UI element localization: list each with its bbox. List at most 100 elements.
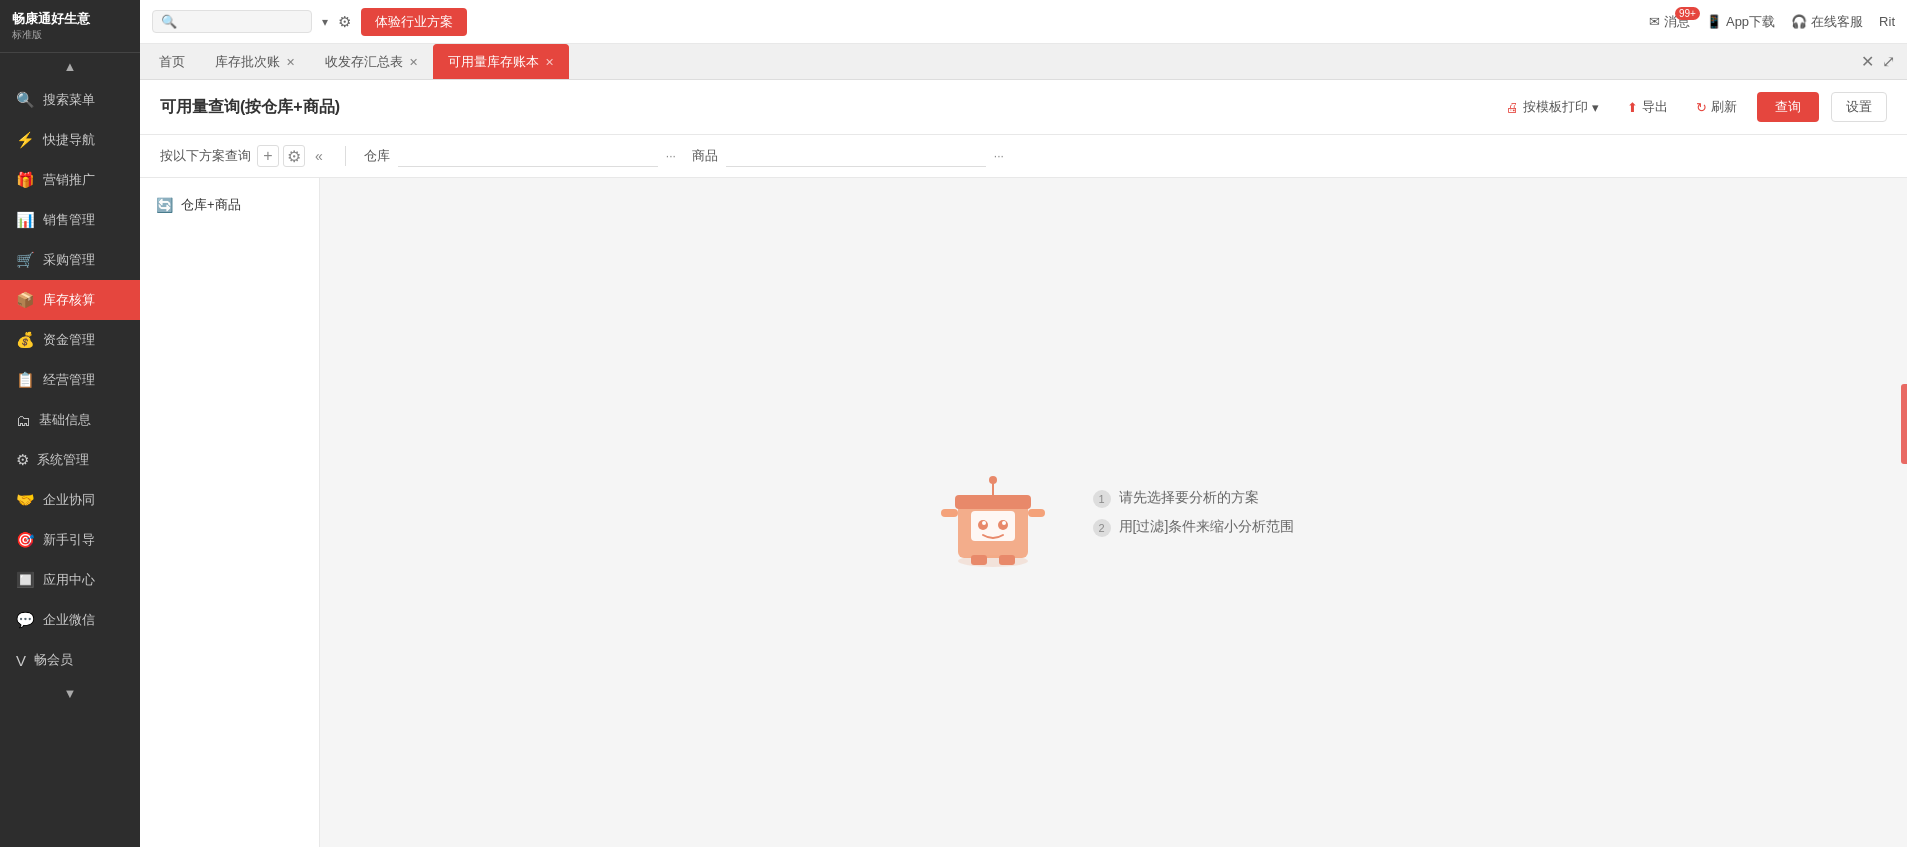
tab-label-batch: 库存批次账: [215, 53, 280, 71]
tabs-container: 首页库存批次账✕收发存汇总表✕可用量库存账本✕: [144, 44, 569, 79]
svg-point-6: [982, 521, 986, 525]
sidebar-icon-shortcut: ⚡: [16, 131, 35, 149]
add-scheme-btn[interactable]: +: [257, 145, 279, 167]
sidebar-item-newbie[interactable]: 🎯新手引导: [0, 520, 140, 560]
sidebar-label-sales: 销售管理: [43, 211, 95, 229]
sidebar-icon-sales: 📊: [16, 211, 35, 229]
export-btn[interactable]: ⬆ 导出: [1619, 94, 1676, 120]
sidebar-label-search: 搜索菜单: [43, 91, 95, 109]
sidebar-icon-apps: 🔲: [16, 571, 35, 589]
tab-batch[interactable]: 库存批次账 ✕: [200, 44, 310, 79]
print-dropdown-icon[interactable]: ▾: [1592, 100, 1599, 115]
goods-more-btn[interactable]: ···: [994, 149, 1004, 163]
sidebar-icon-marketing: 🎁: [16, 171, 35, 189]
sidebar-label-shortcut: 快捷导航: [43, 131, 95, 149]
maximize-btn[interactable]: ⤢: [1882, 52, 1895, 71]
sidebar-item-member[interactable]: V 畅会员: [0, 640, 140, 680]
sidebar-item-marketing[interactable]: 🎁营销推广: [0, 160, 140, 200]
tab-close-available[interactable]: ✕: [545, 56, 554, 69]
service-label: 在线客服: [1811, 13, 1863, 31]
sidebar-item-enterprise[interactable]: 🤝企业协同: [0, 480, 140, 520]
message-badge: 99+: [1675, 7, 1700, 20]
sidebar-item-sales[interactable]: 📊 销售管理: [0, 200, 140, 240]
sidebar-icon-member: V: [16, 652, 26, 669]
sidebar-item-finance[interactable]: 💰 资金管理: [0, 320, 140, 360]
page-content: 可用量查询(按仓库+商品) 🖨 按模板打印 ▾ ⬆ 导出 ↻ 刷新 查询 设置: [140, 80, 1907, 847]
close-tab-btn[interactable]: ✕: [1861, 52, 1874, 71]
header-gear-icon[interactable]: ⚙: [338, 13, 351, 31]
sidebar-icon-system: ⚙: [16, 451, 29, 469]
sidebar: 畅康通好生意 标准版 ▲ 🔍搜索菜单 ⚡ 快捷导航 🎁营销推广 📊 销售管理 🛒采购管理📦库…: [0, 0, 140, 847]
sidebar-item-wechat[interactable]: 💬企业微信: [0, 600, 140, 640]
tab-close-batch[interactable]: ✕: [286, 56, 295, 69]
sidebar-icon-basic: 🗂: [16, 412, 31, 429]
sidebar-label-system: 系统管理: [37, 451, 89, 469]
sidebar-nav: ▲ 🔍搜索菜单 ⚡ 快捷导航 🎁营销推广 📊 销售管理 🛒采购管理📦库存核算 💰 资金管理 📋经营…: [0, 53, 140, 847]
svg-rect-10: [941, 509, 958, 517]
svg-rect-3: [971, 511, 1015, 541]
header-search-input[interactable]: [181, 15, 301, 29]
refresh-icon: ↻: [1696, 100, 1707, 115]
goods-filter: 商品 ···: [692, 145, 1004, 167]
sidebar-item-apps[interactable]: 🔲应用中心: [0, 560, 140, 600]
svg-rect-11: [1028, 509, 1045, 517]
sidebar-item-basic[interactable]: 🗂基础信息: [0, 400, 140, 440]
scheme-list: 🔄仓库+商品: [140, 178, 320, 847]
collapse-btn[interactable]: «: [311, 148, 327, 164]
sidebar-item-operations[interactable]: 📋经营管理: [0, 360, 140, 400]
sidebar-item-system[interactable]: ⚙ 系统管理: [0, 440, 140, 480]
empty-tip-1: 1 请先选择要分析的方案: [1093, 489, 1295, 508]
header-search-box: 🔍: [152, 10, 312, 33]
header-message[interactable]: ✉ 消息 99+: [1649, 13, 1690, 31]
svg-rect-12: [971, 555, 987, 565]
logo-title: 畅康通好生意: [12, 10, 128, 28]
svg-rect-2: [955, 495, 1031, 509]
sidebar-label-finance: 资金管理: [43, 331, 95, 349]
sidebar-item-purchase[interactable]: 🛒采购管理: [0, 240, 140, 280]
print-btn[interactable]: 🖨 按模板打印 ▾: [1498, 94, 1607, 120]
sidebar-label-wechat: 企业微信: [43, 611, 95, 629]
refresh-btn[interactable]: ↻ 刷新: [1688, 94, 1745, 120]
empty-state-inner: 1 请先选择要分析的方案 2 用[过滤]条件来缩小分析范围: [933, 453, 1295, 573]
sidebar-item-search[interactable]: 🔍搜索菜单: [0, 80, 140, 120]
filter-scheme: 按以下方案查询 + ⚙ «: [160, 145, 327, 167]
sidebar-label-member: 畅会员: [34, 651, 73, 669]
warehouse-more-btn[interactable]: ···: [666, 149, 676, 163]
filter-scheme-actions: + ⚙: [257, 145, 305, 167]
scheme-label: 按以下方案查询: [160, 147, 251, 165]
sidebar-scroll-up[interactable]: ▲: [0, 53, 140, 80]
tab-home[interactable]: 首页: [144, 44, 200, 79]
sidebar-logo: 畅康通好生意 标准版: [0, 0, 140, 53]
tab-close-summary[interactable]: ✕: [409, 56, 418, 69]
top-header: 🔍 ▾ ⚙ 体验行业方案 ✉ 消息 99+ 📱 App下载 🎧 在线客服 Rit: [140, 0, 1907, 44]
phone-icon: 📱: [1706, 14, 1722, 29]
sidebar-icon-operations: 📋: [16, 371, 35, 389]
tab-label-home: 首页: [159, 53, 185, 71]
sidebar-scroll-down[interactable]: ▼: [0, 680, 140, 707]
goods-input[interactable]: [726, 145, 986, 167]
industry-btn[interactable]: 体验行业方案: [361, 8, 467, 36]
header-username[interactable]: Rit: [1879, 14, 1895, 29]
empty-tips: 1 请先选择要分析的方案 2 用[过滤]条件来缩小分析范围: [1093, 489, 1295, 537]
header-dropdown[interactable]: ▾: [322, 15, 328, 29]
scheme-item-warehouse-goods[interactable]: 🔄仓库+商品: [140, 188, 319, 222]
sidebar-item-inventory[interactable]: 📦库存核算: [0, 280, 140, 320]
filter-fields: 仓库 ··· 商品 ···: [364, 145, 1887, 167]
app-label: App下载: [1726, 13, 1775, 31]
tab-available[interactable]: 可用量库存账本✕: [433, 44, 569, 79]
query-btn[interactable]: 查询: [1757, 92, 1819, 122]
header-app-download[interactable]: 📱 App下载: [1706, 13, 1775, 31]
sidebar-icon-purchase: 🛒: [16, 251, 35, 269]
page-actions: 🖨 按模板打印 ▾ ⬆ 导出 ↻ 刷新 查询 设置: [1498, 92, 1887, 122]
settings-scheme-btn[interactable]: ⚙: [283, 145, 305, 167]
sidebar-icon-newbie: 🎯: [16, 531, 35, 549]
settings-btn[interactable]: 设置: [1831, 92, 1887, 122]
tip-num-1: 1: [1093, 490, 1111, 508]
warehouse-input[interactable]: [398, 145, 658, 167]
tab-summary[interactable]: 收发存汇总表✕: [310, 44, 433, 79]
print-label: 按模板打印: [1523, 98, 1588, 116]
header-service[interactable]: 🎧 在线客服: [1791, 13, 1863, 31]
tip-text-2: 用[过滤]条件来缩小分析范围: [1119, 518, 1295, 536]
sidebar-item-shortcut[interactable]: ⚡ 快捷导航: [0, 120, 140, 160]
sidebar-icon-finance: 💰: [16, 331, 35, 349]
